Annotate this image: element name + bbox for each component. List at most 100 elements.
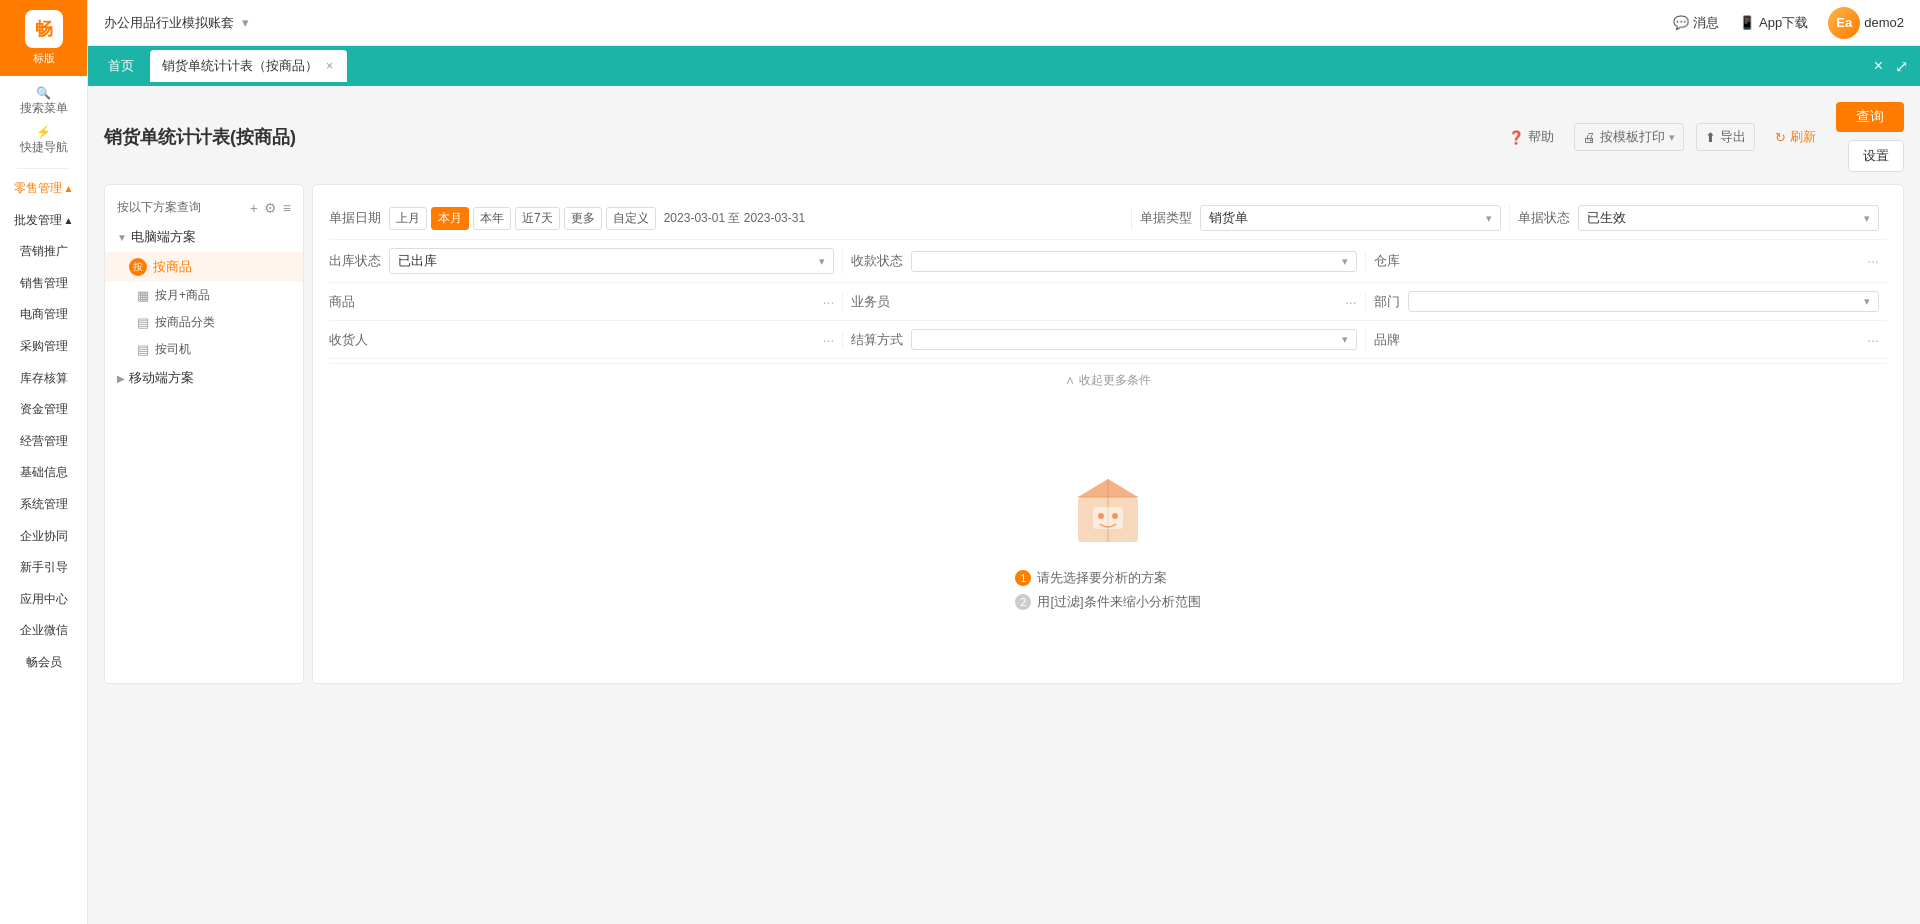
pc-group-header[interactable]: ▼ 电脑端方案 xyxy=(105,222,303,252)
doctype-value: 销货单 xyxy=(1209,209,1486,227)
sidebar-item-inventory[interactable]: 库存核算 xyxy=(0,363,87,395)
help-icon: ❓ xyxy=(1508,130,1524,145)
operation-label: 经营管理 xyxy=(20,434,68,450)
industry-dropdown-arrow[interactable]: ▾ xyxy=(242,15,249,30)
filter-consignee-cell: 收货人 ··· xyxy=(329,331,843,349)
appcenter-label: 应用中心 xyxy=(20,592,68,608)
filter-row-4: 收货人 ··· 结算方式 ▾ 品牌 xyxy=(329,321,1887,359)
left-panel-icons: + ⚙ ≡ xyxy=(250,200,291,216)
date-btn-last-month[interactable]: 上月 xyxy=(389,207,427,230)
doctype-select[interactable]: 销货单 ▾ xyxy=(1200,205,1501,231)
newuser-label: 新手引导 xyxy=(20,560,68,576)
template-print-button[interactable]: 🖨 按模板打印 ▾ xyxy=(1574,123,1684,151)
page-title: 销货单统计计表(按商品) xyxy=(104,125,296,149)
filter-department-cell: 部门 ▾ xyxy=(1366,291,1887,312)
settings-button[interactable]: 设置 xyxy=(1848,140,1904,172)
sidebar-item-ecommerce[interactable]: 电商管理 xyxy=(0,299,87,331)
sidebar-item-wholesale[interactable]: 批发管理 ▲ xyxy=(0,205,87,237)
sidebar-item-sales[interactable]: 销售管理 xyxy=(0,268,87,300)
purchase-label: 采购管理 xyxy=(20,339,68,355)
filter-payment-cell: 收款状态 ▾ xyxy=(843,251,1365,272)
tip-text-1: 请先选择要分析的方案 xyxy=(1037,569,1167,587)
date-btn-this-year[interactable]: 本年 xyxy=(473,207,511,230)
header-right: 💬 消息 📱 App下载 Ea demo2 xyxy=(1673,7,1904,39)
collapse-row[interactable]: ∧ 收起更多条件 xyxy=(329,363,1887,397)
sidebar-item-marketing[interactable]: 营销推广 xyxy=(0,236,87,268)
salesperson-dots[interactable]: ··· xyxy=(1345,294,1357,310)
page-header: 销货单统计计表(按商品) ❓ 帮助 🖨 按模板打印 ▾ ⬆ 导出 xyxy=(104,102,1904,172)
sidebar-item-operation[interactable]: 经营管理 xyxy=(0,426,87,458)
custodian-label: 按司机 xyxy=(155,341,191,358)
collapse-panel-icon[interactable]: ≡ xyxy=(283,200,291,216)
quick-nav-item[interactable]: ⚡ 快捷导航 xyxy=(0,121,87,164)
sidebar-item-basic[interactable]: 基础信息 xyxy=(0,457,87,489)
tree-sub-by-month-product[interactable]: ▦ 按月+商品 xyxy=(105,282,303,309)
user-profile[interactable]: Ea demo2 xyxy=(1828,7,1904,39)
query-button[interactable]: 查询 xyxy=(1836,102,1904,132)
pc-group-label: 电脑端方案 xyxy=(131,228,196,246)
sidebar-item-retail[interactable]: 零售管理 ▲ xyxy=(0,173,87,205)
sidebar-logo[interactable]: 畅 标版 xyxy=(0,0,87,76)
filter-date-cell: 单据日期 上月 本月 本年 近7天 更多 自定义 2023-03-01 至 20… xyxy=(329,207,1132,230)
filter-product-cell: 商品 ··· xyxy=(329,293,843,311)
settlement-label: 结算方式 xyxy=(851,331,903,349)
brand-dots[interactable]: ··· xyxy=(1867,332,1879,348)
finance-label: 资金管理 xyxy=(20,402,68,418)
help-button[interactable]: ❓ 帮助 xyxy=(1500,124,1562,150)
settlement-select[interactable]: ▾ xyxy=(911,329,1356,350)
mobile-group-header[interactable]: ▶ 移动端方案 xyxy=(105,363,303,393)
payment-select[interactable]: ▾ xyxy=(911,251,1356,272)
sidebar-item-newuser[interactable]: 新手引导 xyxy=(0,552,87,584)
sidebar-item-finance[interactable]: 资金管理 xyxy=(0,394,87,426)
department-select[interactable]: ▾ xyxy=(1408,291,1879,312)
filter-brand-cell: 品牌 ··· xyxy=(1366,331,1887,349)
app-download-button[interactable]: 📱 App下载 xyxy=(1739,14,1808,32)
tab-home[interactable]: 首页 xyxy=(96,50,146,82)
sidebar-item-system[interactable]: 系统管理 xyxy=(0,489,87,521)
tab-expand-button[interactable]: ⤢ xyxy=(1891,53,1912,80)
tree-sub-by-custodian[interactable]: ▤ 按司机 xyxy=(105,336,303,363)
consignee-dots[interactable]: ··· xyxy=(823,332,835,348)
right-panel: 单据日期 上月 本月 本年 近7天 更多 自定义 2023-03-01 至 20… xyxy=(312,184,1904,684)
category-icon: ▤ xyxy=(137,315,149,330)
product-dots[interactable]: ··· xyxy=(823,294,835,310)
outstatus-select[interactable]: 已出库 ▾ xyxy=(389,248,834,274)
docstatus-select[interactable]: 已生效 ▾ xyxy=(1578,205,1879,231)
help-label: 帮助 xyxy=(1528,128,1554,146)
main-area: 办公用品行业模拟账套 ▾ 💬 消息 📱 App下载 Ea demo2 首页 销货… xyxy=(88,0,1920,924)
date-btn-more[interactable]: 更多 xyxy=(564,207,602,230)
sidebar-item-member[interactable]: 畅会员 xyxy=(0,647,87,679)
sidebar-item-appcenter[interactable]: 应用中心 xyxy=(0,584,87,616)
tab-close-icon[interactable]: × xyxy=(324,57,335,75)
department-label: 部门 xyxy=(1374,293,1400,311)
warehouse-dots[interactable]: ··· xyxy=(1867,253,1879,269)
svg-rect-4 xyxy=(1093,507,1123,529)
search-menu-item[interactable]: 🔍 搜索菜单 xyxy=(0,76,87,121)
by-product-label: 按商品 xyxy=(153,258,192,276)
tab-active[interactable]: 销货单统计计表（按商品） × xyxy=(150,50,347,82)
add-scheme-icon[interactable]: + xyxy=(250,200,258,216)
header-left: 办公用品行业模拟账套 ▾ xyxy=(104,14,249,32)
tree-item-by-product[interactable]: 按 按商品 xyxy=(105,252,303,282)
refresh-button[interactable]: ↻ 刷新 xyxy=(1767,124,1824,150)
empty-illustration xyxy=(1058,457,1158,557)
tab-bar-actions: × ⤢ xyxy=(1870,53,1912,80)
tree-sub-by-category[interactable]: ▤ 按商品分类 xyxy=(105,309,303,336)
tree-section: ▼ 电脑端方案 按 按商品 ▦ 按月+商品 ▤ xyxy=(105,222,303,397)
sidebar-item-purchase[interactable]: 采购管理 xyxy=(0,331,87,363)
message-button[interactable]: 💬 消息 xyxy=(1673,14,1719,32)
refresh-label: 刷新 xyxy=(1790,128,1816,146)
date-btn-this-month[interactable]: 本月 xyxy=(431,207,469,230)
marketing-label: 营销推广 xyxy=(20,244,68,260)
sidebar-item-corpwx[interactable]: 企业微信 xyxy=(0,615,87,647)
message-label: 消息 xyxy=(1693,14,1719,32)
left-panel: 按以下方案查询 + ⚙ ≡ ▼ 电脑端方案 按 xyxy=(104,184,304,684)
sidebar-item-enterprise[interactable]: 企业协同 xyxy=(0,521,87,553)
settings-scheme-icon[interactable]: ⚙ xyxy=(264,200,277,216)
tab-close-button[interactable]: × xyxy=(1870,53,1887,79)
date-btn-7days[interactable]: 近7天 xyxy=(515,207,560,230)
export-button[interactable]: ⬆ 导出 xyxy=(1696,123,1755,151)
date-btn-custom[interactable]: 自定义 xyxy=(606,207,656,230)
page-actions: ❓ 帮助 🖨 按模板打印 ▾ ⬆ 导出 ↻ 刷新 xyxy=(1500,102,1904,172)
date-range: 2023-03-01 至 2023-03-31 xyxy=(664,210,805,227)
